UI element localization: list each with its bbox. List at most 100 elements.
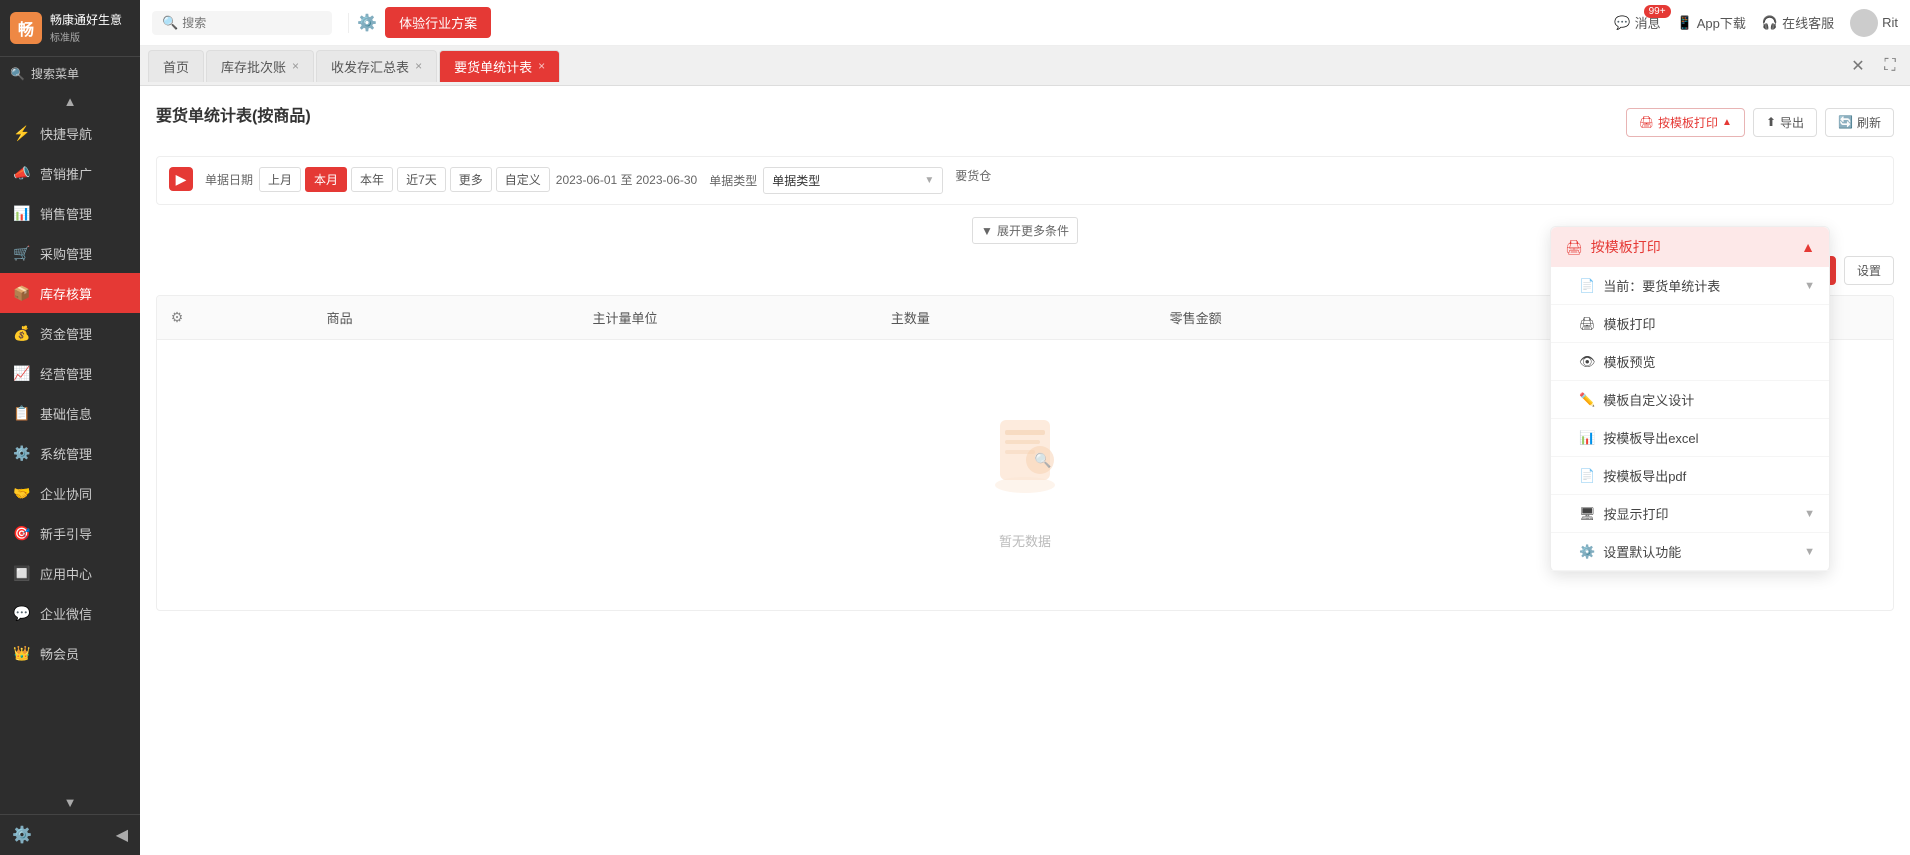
page-title: 要货单统计表(按商品) xyxy=(156,102,311,126)
refresh-button[interactable]: 🔄 刷新 xyxy=(1825,108,1894,137)
sidebar-scroll-down[interactable]: ▼ xyxy=(0,791,140,814)
inventory-icon: 📦 xyxy=(12,283,32,303)
sidebar-item-label: 畅会员 xyxy=(40,644,79,663)
sidebar-item-sales[interactable]: 📊 销售管理 xyxy=(0,193,140,233)
trial-button[interactable]: 体验行业方案 xyxy=(385,7,491,38)
current-template-label: 当前：要货单统计表 xyxy=(1603,276,1720,295)
last-month-btn[interactable]: 上月 xyxy=(259,167,301,192)
tab-order-stats-close[interactable]: × xyxy=(538,59,545,73)
export-pdf-label: 按模板导出pdf xyxy=(1603,466,1686,485)
print-dropdown-header[interactable]: 🖨 按模板打印 ▲ xyxy=(1551,227,1829,267)
sidebar-scroll-up[interactable]: ▲ xyxy=(0,90,140,113)
sidebar-item-member[interactable]: 👑 畅会员 xyxy=(0,633,140,673)
user-avatar-area[interactable]: Rit xyxy=(1850,9,1898,37)
print-set-default-item[interactable]: ⚙️ 设置默认功能 ▼ xyxy=(1551,533,1829,571)
date-filter-label: 单据日期 xyxy=(205,171,253,188)
expand-more-label: 展开更多条件 xyxy=(997,222,1069,239)
topbar-gear-icon[interactable]: ⚙️ xyxy=(357,13,377,33)
type-select-value: 单据类型 xyxy=(772,172,820,189)
type-select[interactable]: 单据类型 ▼ xyxy=(763,167,943,194)
print-dropdown-collapse-icon[interactable]: ▲ xyxy=(1801,239,1815,255)
print-current-template[interactable]: 📄 当前：要货单统计表 ▼ xyxy=(1551,267,1829,305)
last-7days-btn[interactable]: 近7天 xyxy=(397,167,446,192)
print-template-preview-item[interactable]: 👁 模板预览 xyxy=(1551,343,1829,381)
print-display-print-item[interactable]: 🖥 按显示打印 ▼ xyxy=(1551,495,1829,533)
table-settings-col[interactable]: ⚙ xyxy=(157,305,197,330)
app-badge: 标准版 xyxy=(50,29,122,44)
tab-order-stats[interactable]: 要货单统计表 × xyxy=(439,50,560,82)
settings-icon[interactable]: ⚙️ xyxy=(12,825,32,845)
download-icon: 📱 xyxy=(1677,15,1693,31)
app-name-block: 畅康通好生意 标准版 xyxy=(50,12,122,44)
sidebar-item-label: 应用中心 xyxy=(40,564,92,583)
sidebar-item-purchase[interactable]: 🛒 采购管理 xyxy=(0,233,140,273)
template-preview-icon: 👁 xyxy=(1579,354,1596,370)
tab-inventory-batch[interactable]: 库存批次账 × xyxy=(206,50,314,82)
svg-text:🔍: 🔍 xyxy=(1034,451,1051,469)
tab-receipt-summary-close[interactable]: × xyxy=(415,59,422,73)
tab-home[interactable]: 首页 xyxy=(148,50,204,82)
sidebar-item-app-center[interactable]: 🔲 应用中心 xyxy=(0,553,140,593)
this-year-btn[interactable]: 本年 xyxy=(351,167,393,192)
sidebar-item-finance[interactable]: 💰 资金管理 xyxy=(0,313,140,353)
this-month-btn[interactable]: 本月 xyxy=(305,167,347,192)
sidebar-item-inventory[interactable]: 📦 库存核算 xyxy=(0,273,140,313)
message-item[interactable]: 💬 消息 99+ xyxy=(1614,13,1660,32)
sidebar-item-system[interactable]: ⚙️ 系统管理 xyxy=(0,433,140,473)
expand-more-icon: ▼ xyxy=(981,224,993,238)
sidebar-item-label: 营销推广 xyxy=(40,164,92,183)
topbar-search-box[interactable]: 🔍 xyxy=(152,11,332,35)
filter-bar: ▶ 单据日期 上月 本月 本年 近7天 更多 自定义 2023-06-01 至 … xyxy=(156,156,1894,205)
tab-expand-icon[interactable]: ⛶ xyxy=(1878,54,1902,78)
settings-button[interactable]: 设置 xyxy=(1844,256,1894,285)
system-icon: ⚙️ xyxy=(12,443,32,463)
table-gear-icon[interactable]: ⚙ xyxy=(171,309,184,325)
finance-icon: 💰 xyxy=(12,323,32,343)
print-export-excel-item[interactable]: 📊 按模板导出excel xyxy=(1551,419,1829,457)
user-avatar xyxy=(1850,9,1878,37)
set-default-arrow: ▼ xyxy=(1804,546,1815,558)
collapse-icon[interactable]: ◀ xyxy=(116,825,128,845)
current-template-icon: 📄 xyxy=(1579,278,1595,294)
tab-receipt-summary[interactable]: 收发存汇总表 × xyxy=(316,50,437,82)
sidebar-item-enterprise[interactable]: 🤝 企业协同 xyxy=(0,473,140,513)
sidebar-item-wechat[interactable]: 💬 企业微信 xyxy=(0,593,140,633)
filter-expand-button[interactable]: ▶ xyxy=(169,167,193,191)
empty-text: 暂无数据 xyxy=(999,531,1051,550)
date-range-display: 2023-06-01 至 2023-06-30 xyxy=(556,171,697,188)
sidebar-item-guide[interactable]: 🎯 新手引导 xyxy=(0,513,140,553)
more-date-btn[interactable]: 更多 xyxy=(450,167,492,192)
sidebar-item-marketing[interactable]: 📣 营销推广 xyxy=(0,153,140,193)
template-print-label: 模板打印 xyxy=(1604,314,1656,333)
print-export-pdf-item[interactable]: 📄 按模板导出pdf xyxy=(1551,457,1829,495)
app-download-item[interactable]: 📱 App下载 xyxy=(1677,13,1746,32)
tab-inventory-batch-close[interactable]: × xyxy=(292,59,299,73)
export-button[interactable]: ⬆ 导出 xyxy=(1753,108,1817,137)
sidebar-item-label: 快捷导航 xyxy=(40,124,92,143)
tab-close-all-icon[interactable]: ✕ xyxy=(1846,54,1870,78)
print-template-button[interactable]: 🖨 按模板打印 ▲ xyxy=(1626,108,1745,137)
sidebar-search[interactable]: 🔍 搜索菜单 xyxy=(0,57,140,90)
topbar-divider xyxy=(348,13,349,33)
custom-date-btn[interactable]: 自定义 xyxy=(496,167,550,192)
search-icon: 🔍 xyxy=(10,67,25,81)
sidebar-item-quick-nav[interactable]: ⚡ 快捷导航 xyxy=(0,113,140,153)
online-service-item[interactable]: 🎧 在线客服 xyxy=(1762,13,1834,32)
search-input[interactable] xyxy=(182,16,322,30)
print-template-design-item[interactable]: ✏️ 模板自定义设计 xyxy=(1551,381,1829,419)
export-excel-icon: 📊 xyxy=(1579,430,1595,446)
sidebar-item-basic[interactable]: 📋 基础信息 xyxy=(0,393,140,433)
sidebar-search-label: 搜索菜单 xyxy=(31,65,79,82)
tab-home-label: 首页 xyxy=(163,57,189,76)
type-select-arrow: ▼ xyxy=(924,175,934,186)
template-print-icon: 🖨 xyxy=(1579,316,1596,332)
sidebar-item-operation[interactable]: 📈 经营管理 xyxy=(0,353,140,393)
print-template-print-item[interactable]: 🖨 模板打印 xyxy=(1551,305,1829,343)
sidebar-footer: ⚙️ ◀ xyxy=(0,814,140,855)
sidebar-item-label: 资金管理 xyxy=(40,324,92,343)
service-icon: 🎧 xyxy=(1762,15,1778,31)
sales-icon: 📊 xyxy=(12,203,32,223)
sidebar-items: ⚡ 快捷导航 📣 营销推广 📊 销售管理 🛒 采购管理 📦 库存核算 💰 资金管… xyxy=(0,113,140,791)
col-unit: 主计量单位 xyxy=(482,304,767,331)
expand-more-button[interactable]: ▼ 展开更多条件 xyxy=(972,217,1078,244)
